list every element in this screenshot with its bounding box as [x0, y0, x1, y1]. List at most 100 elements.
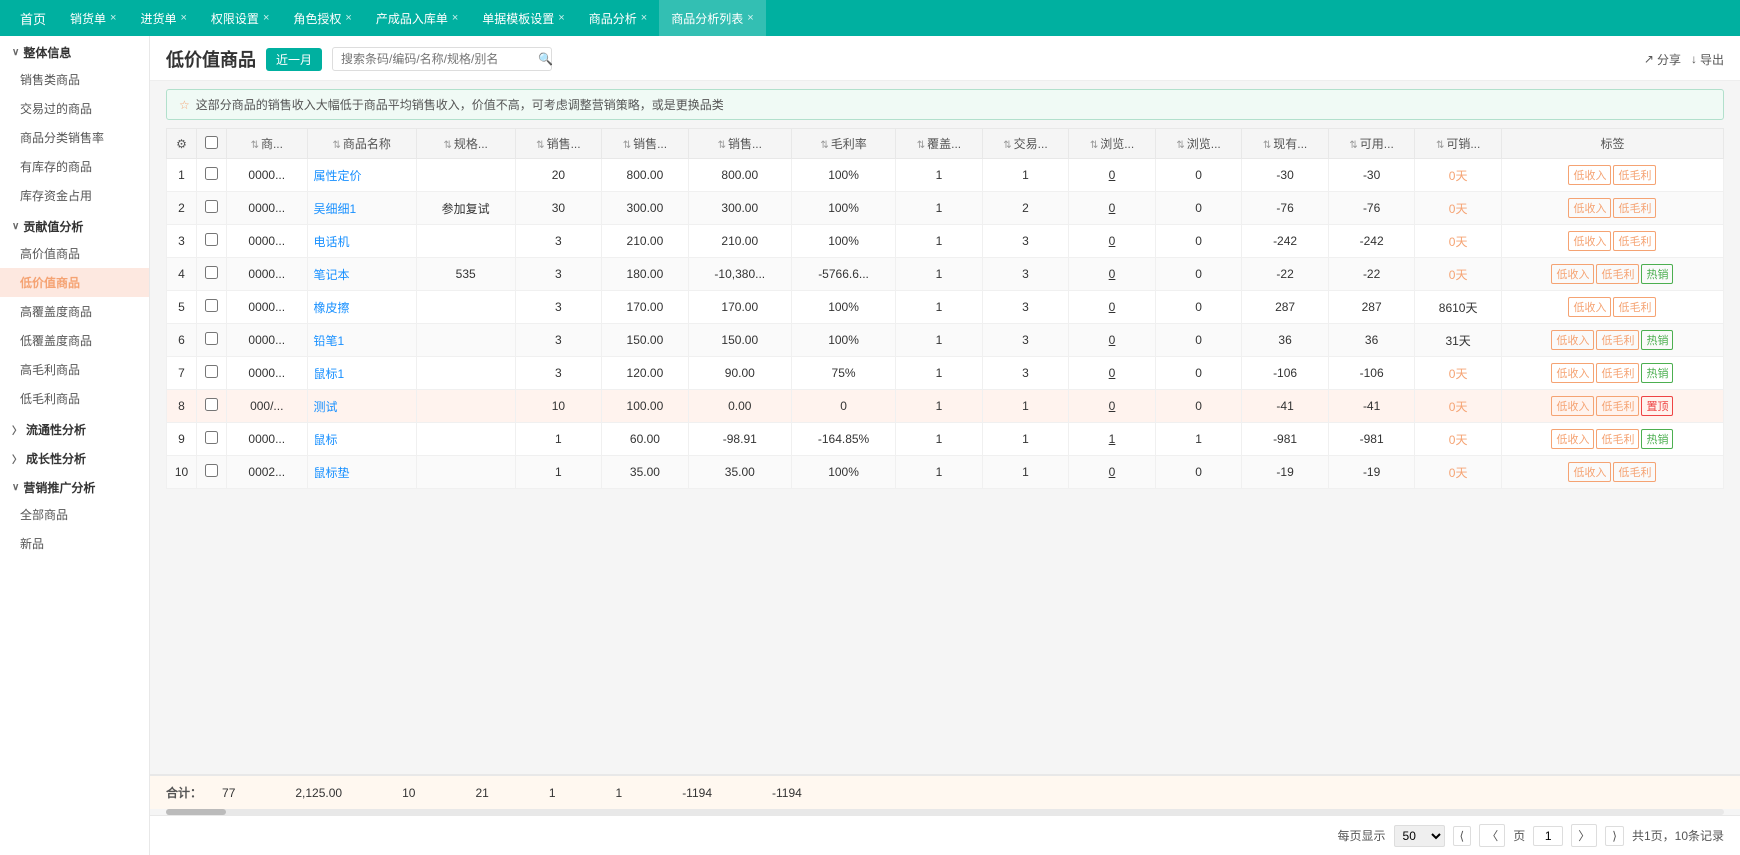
- sidebar-item-capital-occupy[interactable]: 库存资金占用: [0, 181, 149, 210]
- nav-home[interactable]: 首页: [8, 0, 58, 36]
- browse-link[interactable]: 0: [1109, 168, 1116, 182]
- th-checkbox[interactable]: [197, 129, 227, 159]
- browse-link[interactable]: 0: [1109, 366, 1116, 380]
- th-trade[interactable]: 交易...: [982, 129, 1069, 159]
- nav-close-template[interactable]: ×: [558, 12, 564, 24]
- row-browse1[interactable]: 0: [1069, 291, 1156, 324]
- row-checkbox-input[interactable]: [205, 233, 218, 246]
- row-name[interactable]: 鼠标: [307, 423, 416, 456]
- sidebar-item-low-coverage[interactable]: 低覆盖度商品: [0, 326, 149, 355]
- row-checkbox-input[interactable]: [205, 431, 218, 444]
- nav-close-roles[interactable]: ×: [345, 12, 351, 24]
- row-checkbox[interactable]: [197, 324, 227, 357]
- row-browse1[interactable]: 0: [1069, 192, 1156, 225]
- sidebar-item-traded-goods[interactable]: 交易过的商品: [0, 94, 149, 123]
- row-name[interactable]: 铅笔1: [307, 324, 416, 357]
- th-stock[interactable]: 现有...: [1242, 129, 1329, 159]
- th-spec[interactable]: 规格...: [416, 129, 515, 159]
- sidebar-item-category-sales[interactable]: 商品分类销售率: [0, 123, 149, 152]
- th-sale2[interactable]: 销售...: [688, 129, 791, 159]
- row-name[interactable]: 鼠标1: [307, 357, 416, 390]
- nav-roles[interactable]: 角色授权 ×: [281, 0, 363, 36]
- row-checkbox[interactable]: [197, 357, 227, 390]
- th-browse1[interactable]: 浏览...: [1069, 129, 1156, 159]
- th-gross[interactable]: 毛利率: [791, 129, 895, 159]
- sidebar-item-sales-goods[interactable]: 销售类商品: [0, 65, 149, 94]
- browse-link[interactable]: 0: [1109, 234, 1116, 248]
- th-days[interactable]: 可销...: [1415, 129, 1502, 159]
- row-browse1[interactable]: 0: [1069, 324, 1156, 357]
- row-checkbox-input[interactable]: [205, 167, 218, 180]
- th-code[interactable]: 商...: [227, 129, 308, 159]
- row-checkbox-input[interactable]: [205, 266, 218, 279]
- browse-link[interactable]: 0: [1109, 399, 1116, 413]
- th-qty[interactable]: 销售...: [515, 129, 602, 159]
- row-checkbox-input[interactable]: [205, 332, 218, 345]
- th-cover[interactable]: 覆盖...: [896, 129, 983, 159]
- row-browse1[interactable]: 0: [1069, 225, 1156, 258]
- row-checkbox[interactable]: [197, 225, 227, 258]
- row-checkbox-input[interactable]: [205, 398, 218, 411]
- row-name[interactable]: 橡皮擦: [307, 291, 416, 324]
- nav-close-permissions[interactable]: ×: [263, 12, 269, 24]
- first-page-button[interactable]: ⟨: [1453, 826, 1472, 846]
- row-browse1[interactable]: 0: [1069, 258, 1156, 291]
- filter-button[interactable]: 近一月: [266, 48, 322, 71]
- nav-close-purchase[interactable]: ×: [180, 12, 186, 24]
- row-browse1[interactable]: 0: [1069, 159, 1156, 192]
- browse-link[interactable]: 0: [1109, 333, 1116, 347]
- horizontal-scrollbar[interactable]: [166, 809, 1724, 815]
- row-checkbox-input[interactable]: [205, 464, 218, 477]
- row-browse1[interactable]: 0: [1069, 357, 1156, 390]
- next-page-button[interactable]: 〉: [1571, 824, 1597, 847]
- browse-link[interactable]: 1: [1109, 432, 1116, 446]
- nav-close-warehouse[interactable]: ×: [452, 12, 458, 24]
- browse-link[interactable]: 0: [1109, 267, 1116, 281]
- row-name[interactable]: 属性定价: [307, 159, 416, 192]
- row-checkbox-input[interactable]: [205, 200, 218, 213]
- table-container[interactable]: ⚙ 商... 商品名称 规格... 销售... 销售... 销售... 毛利率 …: [150, 128, 1740, 774]
- row-checkbox[interactable]: [197, 423, 227, 456]
- sidebar-item-low-margin[interactable]: 低毛利商品: [0, 384, 149, 413]
- select-all-checkbox[interactable]: [205, 136, 218, 149]
- browse-link[interactable]: 0: [1109, 201, 1116, 215]
- row-name[interactable]: 吴细细1: [307, 192, 416, 225]
- row-checkbox[interactable]: [197, 192, 227, 225]
- sidebar-item-new-goods[interactable]: 新品: [0, 529, 149, 558]
- row-checkbox[interactable]: [197, 159, 227, 192]
- nav-purchase[interactable]: 进货单 ×: [128, 0, 198, 36]
- sidebar-group-contribution[interactable]: ∨ 贡献值分析: [0, 210, 149, 239]
- nav-close-analysis-list[interactable]: ×: [747, 12, 753, 24]
- row-name[interactable]: 鼠标垫: [307, 456, 416, 489]
- nav-template[interactable]: 单据模板设置 ×: [470, 0, 576, 36]
- search-input[interactable]: [332, 47, 552, 71]
- sidebar-item-high-margin[interactable]: 高毛利商品: [0, 355, 149, 384]
- th-browse2[interactable]: 浏览...: [1155, 129, 1242, 159]
- nav-permissions[interactable]: 权限设置 ×: [199, 0, 281, 36]
- nav-close-sales[interactable]: ×: [110, 12, 116, 24]
- row-name[interactable]: 测试: [307, 390, 416, 423]
- row-checkbox-input[interactable]: [205, 365, 218, 378]
- page-size-select[interactable]: 50 100 200: [1394, 825, 1445, 847]
- th-sale1[interactable]: 销售...: [602, 129, 689, 159]
- last-page-button[interactable]: ⟩: [1605, 826, 1624, 846]
- row-checkbox[interactable]: [197, 291, 227, 324]
- row-browse1[interactable]: 1: [1069, 423, 1156, 456]
- sidebar-group-growth[interactable]: 〉 成长性分析: [0, 442, 149, 471]
- nav-analysis-list[interactable]: 商品分析列表 ×: [659, 0, 765, 36]
- browse-link[interactable]: 0: [1109, 465, 1116, 479]
- sidebar-group-circulation[interactable]: 〉 流通性分析: [0, 413, 149, 442]
- browse-link[interactable]: 0: [1109, 300, 1116, 314]
- row-checkbox[interactable]: [197, 258, 227, 291]
- row-name[interactable]: 电话机: [307, 225, 416, 258]
- th-settings[interactable]: ⚙: [167, 129, 197, 159]
- export-button[interactable]: ↓ 导出: [1691, 51, 1724, 68]
- prev-page-button[interactable]: 〈: [1479, 824, 1505, 847]
- row-checkbox[interactable]: [197, 390, 227, 423]
- nav-analysis[interactable]: 商品分析 ×: [577, 0, 659, 36]
- sidebar-item-all-goods[interactable]: 全部商品: [0, 500, 149, 529]
- row-checkbox-input[interactable]: [205, 299, 218, 312]
- sidebar-group-marketing[interactable]: ∨ 营销推广分析: [0, 471, 149, 500]
- sidebar-item-stock-goods[interactable]: 有库存的商品: [0, 152, 149, 181]
- sidebar-item-low-value[interactable]: 低价值商品: [0, 268, 149, 297]
